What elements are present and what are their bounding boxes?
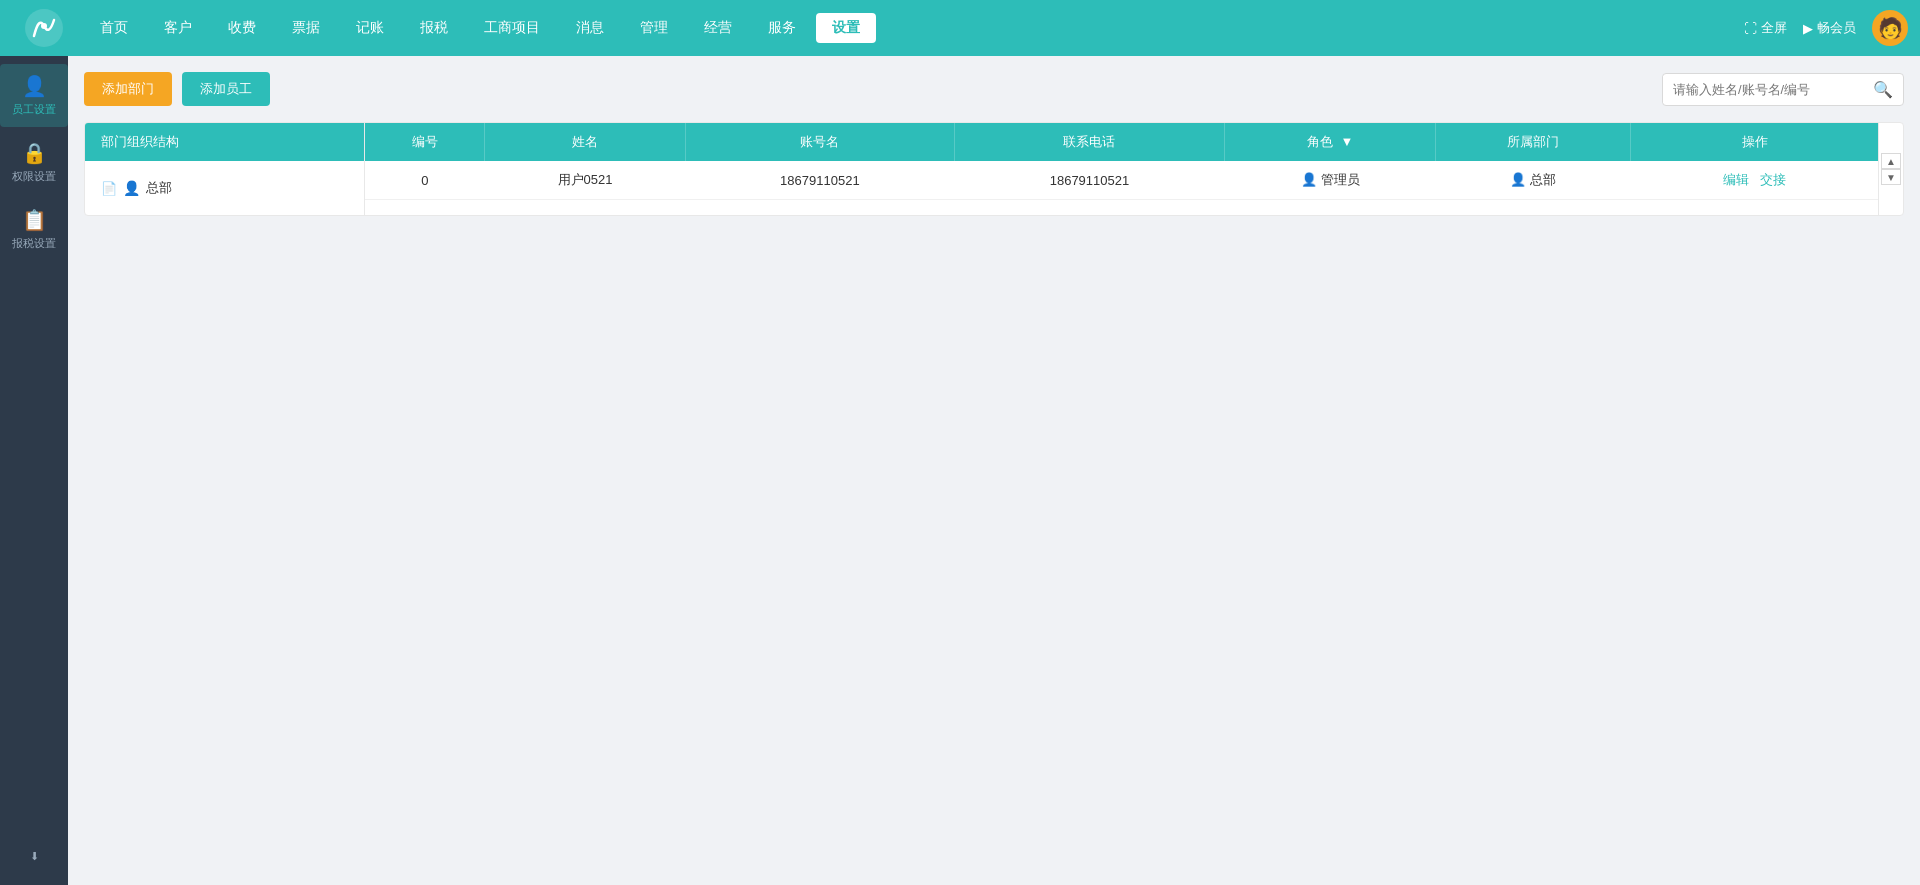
person-icon: 👤 bbox=[123, 180, 140, 196]
dept-tree: 部门组织结构 📄 👤 总部 bbox=[85, 123, 365, 215]
filter-icon: ▼ bbox=[1340, 134, 1353, 149]
nav-tax[interactable]: 报税 bbox=[404, 13, 464, 43]
action-编辑[interactable]: 编辑 bbox=[1723, 172, 1749, 187]
col-id: 编号 bbox=[365, 123, 485, 161]
col-dept: 所属部门 bbox=[1436, 123, 1631, 161]
col-action: 操作 bbox=[1631, 123, 1878, 161]
nav-manage[interactable]: 管理 bbox=[624, 13, 684, 43]
nav-settings[interactable]: 设置 bbox=[816, 13, 876, 43]
main-layout: 👤 员工设置 🔒 权限设置 📋 报税设置 ⬇ 添加部门 添加员工 🔍 bbox=[0, 56, 1920, 885]
file-icon: 📄 bbox=[101, 181, 117, 196]
avatar[interactable]: 🧑 bbox=[1872, 10, 1908, 46]
nav-message[interactable]: 消息 bbox=[560, 13, 620, 43]
col-account: 账号名 bbox=[685, 123, 955, 161]
nav-operation[interactable]: 经营 bbox=[688, 13, 748, 43]
col-phone: 联系电话 bbox=[955, 123, 1225, 161]
employee-icon: 👤 bbox=[22, 74, 47, 98]
nav-account[interactable]: 记账 bbox=[340, 13, 400, 43]
cell-name: 用户0521 bbox=[485, 161, 685, 200]
scroll-controls: ▲ ▼ bbox=[1878, 123, 1903, 215]
dept-tree-header: 部门组织结构 bbox=[85, 123, 364, 161]
search-button[interactable]: 🔍 bbox=[1863, 74, 1903, 105]
content-area: 添加部门 添加员工 🔍 部门组织结构 📄 👤 总部 bbox=[68, 56, 1920, 885]
svg-point-1 bbox=[41, 23, 47, 29]
sidebar: 👤 员工设置 🔒 权限设置 📋 报税设置 ⬇ bbox=[0, 56, 68, 885]
logo bbox=[12, 0, 76, 56]
scroll-down-btn[interactable]: ▼ bbox=[1881, 169, 1901, 185]
nav-bill[interactable]: 票据 bbox=[276, 13, 336, 43]
nav-service[interactable]: 服务 bbox=[752, 13, 812, 43]
nav-right: ⛶ 全屏 ▶ 畅会员 🧑 bbox=[1744, 10, 1908, 46]
role-person-icon: 👤 bbox=[1301, 172, 1317, 187]
employee-table: 编号 姓名 账号名 联系电话 角色 ▼ 所属部门 操作 bbox=[365, 123, 1878, 215]
add-dept-button[interactable]: 添加部门 bbox=[84, 72, 172, 106]
sidebar-bottom-btn[interactable]: ⬇ bbox=[0, 840, 68, 873]
action-交接[interactable]: 交接 bbox=[1760, 172, 1786, 187]
dept-person-icon: 👤 bbox=[1510, 172, 1526, 187]
lock-icon: 🔒 bbox=[22, 141, 47, 165]
search-input[interactable] bbox=[1663, 76, 1863, 103]
nav-client[interactable]: 客户 bbox=[148, 13, 208, 43]
emp-data-table: 编号 姓名 账号名 联系电话 角色 ▼ 所属部门 操作 bbox=[365, 123, 1878, 200]
cell-dept: 👤总部 bbox=[1436, 161, 1631, 200]
cell-actions: 编辑 交接 bbox=[1631, 161, 1878, 200]
vip-btn[interactable]: ▶ 畅会员 bbox=[1803, 19, 1856, 37]
nav-charge[interactable]: 收费 bbox=[212, 13, 272, 43]
cell-account: 18679110521 bbox=[685, 161, 955, 200]
table-wrap: 编号 姓名 账号名 联系电话 角色 ▼ 所属部门 操作 bbox=[365, 123, 1878, 200]
employee-panel: 部门组织结构 📄 👤 总部 编号 姓名 bbox=[84, 122, 1904, 216]
vip-icon: ▶ bbox=[1803, 21, 1813, 36]
col-name: 姓名 bbox=[485, 123, 685, 161]
sidebar-item-tax-settings[interactable]: 📋 报税设置 bbox=[0, 198, 68, 261]
scroll-up-btn[interactable]: ▲ bbox=[1881, 153, 1901, 169]
cell-phone: 18679110521 bbox=[955, 161, 1225, 200]
fullscreen-icon: ⛶ bbox=[1744, 21, 1757, 36]
nav-home[interactable]: 首页 bbox=[84, 13, 144, 43]
col-role[interactable]: 角色 ▼ bbox=[1224, 123, 1436, 161]
dept-tree-body: 📄 👤 总部 bbox=[85, 161, 364, 215]
toolbar: 添加部门 添加员工 🔍 bbox=[84, 72, 1904, 106]
tax-settings-icon: 📋 bbox=[22, 208, 47, 232]
sidebar-item-permission[interactable]: 🔒 权限设置 bbox=[0, 131, 68, 194]
search-box: 🔍 bbox=[1662, 73, 1904, 106]
cell-role: 👤管理员 bbox=[1224, 161, 1436, 200]
nav-business[interactable]: 工商项目 bbox=[468, 13, 556, 43]
add-emp-button[interactable]: 添加员工 bbox=[182, 72, 270, 106]
download-icon: ⬇ bbox=[30, 850, 39, 863]
table-row: 0 用户0521 18679110521 18679110521 👤管理员 👤总… bbox=[365, 161, 1878, 200]
sidebar-item-employee[interactable]: 👤 员工设置 bbox=[0, 64, 68, 127]
tree-item-root[interactable]: 📄 👤 总部 bbox=[85, 171, 364, 205]
cell-id: 0 bbox=[365, 161, 485, 200]
nav-items: 首页 客户 收费 票据 记账 报税 工商项目 消息 管理 经营 服务 设置 bbox=[84, 13, 1744, 43]
top-nav: 首页 客户 收费 票据 记账 报税 工商项目 消息 管理 经营 服务 设置 ⛶ … bbox=[0, 0, 1920, 56]
fullscreen-btn[interactable]: ⛶ 全屏 bbox=[1744, 19, 1787, 37]
